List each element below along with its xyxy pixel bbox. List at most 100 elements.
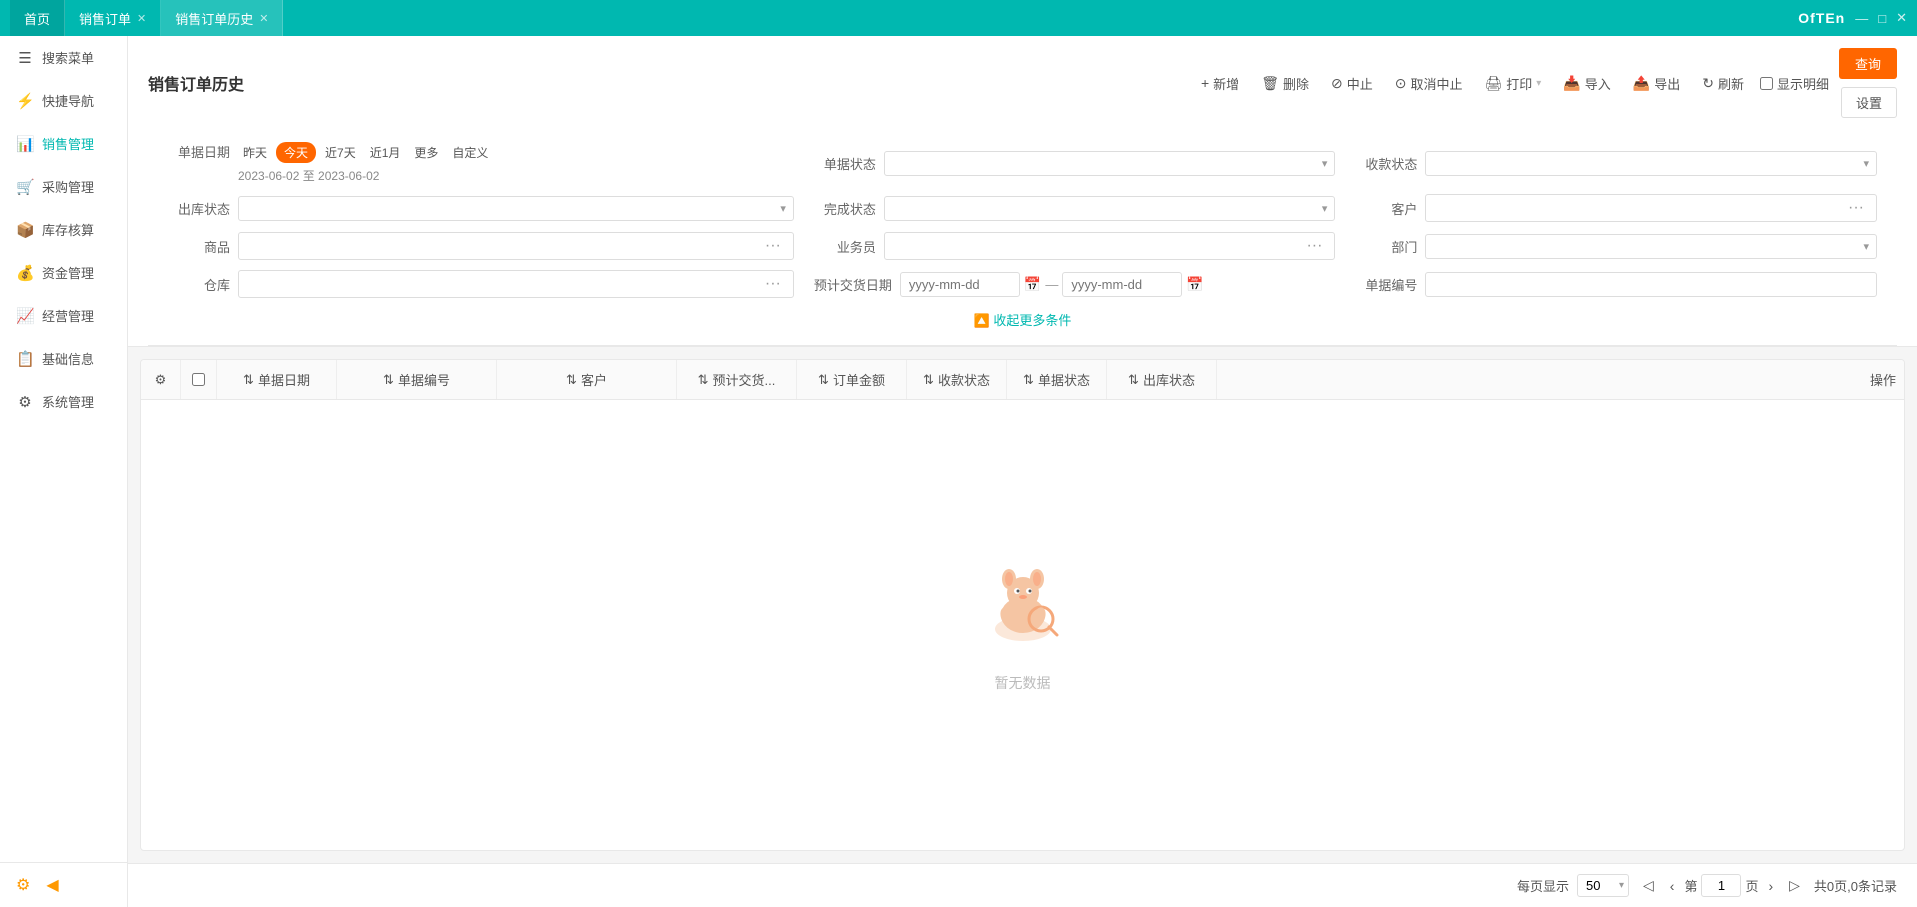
last-page-btn[interactable]: ▷ [1783,875,1806,896]
sidebar-item-sales-mgmt[interactable]: 📊 销售管理 [0,122,127,165]
toolbar: + 新增 🗑 删除 ⊘ 中止 ⊙ 取消中止 [1195,48,1897,118]
pagination: 每页显示 50 100 200 ◁ ‹ 第 页 › ▷ 共0页,0条记录 [128,863,1917,907]
out-status-label: 出库状态 [168,199,238,218]
sidebar-item-purchase-mgmt[interactable]: 🛒 采购管理 [0,165,127,208]
tab-sales-order-history[interactable]: 销售订单历史 ✕ [161,0,283,36]
delivery-date-label: 预计交货日期 [814,275,900,294]
next-page-btn[interactable]: › [1762,876,1779,896]
per-page-select[interactable]: 50 100 200 [1577,874,1629,897]
sales-order-tab-close[interactable]: ✕ [137,12,146,25]
total-records-text: 共0页,0条记录 [1814,876,1897,895]
doc-number-label: 单据编号 [1355,275,1425,294]
collapse-row[interactable]: 🔼 收起更多条件 [168,306,1877,333]
new-btn[interactable]: + 新增 [1195,70,1245,97]
empty-illustration [973,557,1073,657]
doc-number-input[interactable] [1425,272,1877,297]
out-status-select[interactable] [238,196,794,221]
tab-home[interactable]: 首页 [10,0,65,36]
delete-btn[interactable]: 🗑 删除 [1255,70,1315,97]
date-btn-today[interactable]: 今天 [276,142,316,163]
date-btn-7days[interactable]: 近7天 [320,142,361,163]
window-minimize-btn[interactable]: — [1855,11,1868,26]
print-btn[interactable]: 🖨 打印 ▾ [1478,70,1547,97]
sidebar-item-basic-info[interactable]: 📋 基础信息 [0,337,127,380]
sidebar-label-finance-mgmt: 资金管理 [42,263,94,282]
export-btn[interactable]: 📤 导出 [1627,70,1686,97]
th-doc-number[interactable]: ⇅ 单据编号 [337,360,497,399]
inventory-mgmt-icon: 📦 [16,221,34,239]
delivery-date-start-calendar-icon[interactable]: 📅 [1024,276,1041,293]
sidebar-item-search-menu[interactable]: ☰ 搜索菜单 [0,36,127,79]
th-payment-status[interactable]: ⇅ 收款状态 [907,360,1007,399]
filter-row-1: 单据日期 昨天 今天 近7天 近1月 更多 自定义 2023-06-02 至 2… [168,142,1877,184]
payment-status-label: 收款状态 [1355,154,1425,173]
warehouse-label: 仓库 [168,275,238,294]
query-button[interactable]: 查询 [1839,48,1897,79]
salesperson-ellipsis-btn[interactable]: ··· [1302,237,1326,255]
delete-icon: 🗑 [1261,75,1279,92]
tab-sales-order[interactable]: 销售订单 ✕ [65,0,161,36]
date-btn-custom[interactable]: 自定义 [447,142,493,163]
sort-icon-customer: ⇅ [566,372,577,388]
customer-ellipsis-btn[interactable]: ··· [1844,199,1868,217]
first-page-btn[interactable]: ◁ [1637,875,1660,896]
sidebar-item-system-mgmt[interactable]: ⚙ 系统管理 [0,380,127,423]
export-icon: 📤 [1633,75,1650,92]
page-number-input[interactable] [1701,874,1741,897]
import-btn[interactable]: 📥 导入 [1557,70,1616,97]
page-title: 销售订单历史 [148,71,244,95]
payment-status-select[interactable] [1425,151,1877,176]
th-customer[interactable]: ⇅ 客户 [497,360,677,399]
settings-button[interactable]: 设置 [1841,87,1897,118]
th-settings[interactable]: ⚙ [141,360,181,399]
stop-btn[interactable]: ⊘ 中止 [1325,70,1379,97]
sidebar-item-finance-mgmt[interactable]: 💰 资金管理 [0,251,127,294]
sort-icon-delivery-date: ⇅ [698,372,709,388]
th-stock-status[interactable]: ⇅ 出库状态 [1107,360,1217,399]
doc-status-select[interactable] [884,151,1336,176]
sort-icon-stock-status: ⇅ [1128,372,1139,388]
dept-select[interactable] [1425,234,1877,259]
new-icon: + [1201,75,1209,91]
cancel-stop-btn[interactable]: ⊙ 取消中止 [1389,70,1469,97]
window-maximize-btn[interactable]: □ [1878,11,1886,26]
per-page-wrapper: 50 100 200 [1577,874,1629,897]
warehouse-ellipsis-btn[interactable]: ··· [761,275,785,293]
sidebar-item-ops-mgmt[interactable]: 📈 经营管理 [0,294,127,337]
table-header: ⚙ ⇅ 单据日期 ⇅ 单据编号 ⇅ 客户 ⇅ [141,360,1904,400]
prev-page-btn[interactable]: ‹ [1664,876,1681,896]
th-customer-label: 客户 [581,370,607,389]
th-doc-date[interactable]: ⇅ 单据日期 [217,360,337,399]
show-col-checkbox[interactable] [1760,77,1773,90]
th-checkbox[interactable] [181,360,217,399]
th-order-amount-label: 订单金额 [833,370,885,389]
delivery-date-end-input[interactable] [1062,272,1182,297]
dept-label: 部门 [1355,237,1425,256]
delivery-date-end-calendar-icon[interactable]: 📅 [1186,276,1203,293]
date-btn-more[interactable]: 更多 [409,142,443,163]
brand-label: OfTEn [1798,10,1845,26]
th-delivery-date[interactable]: ⇅ 预计交货... [677,360,797,399]
date-btn-yesterday[interactable]: 昨天 [238,142,272,163]
th-doc-status[interactable]: ⇅ 单据状态 [1007,360,1107,399]
th-order-amount[interactable]: ⇅ 订单金额 [797,360,907,399]
sidebar-collapse-icon[interactable]: ◀ [46,875,58,895]
show-col-toggle[interactable]: 显示明细 [1760,74,1829,93]
product-ellipsis-btn[interactable]: ··· [761,237,785,255]
window-close-btn[interactable]: ✕ [1896,10,1907,26]
delivery-date-start-input[interactable] [900,272,1020,297]
page-header: 销售订单历史 + 新增 🗑 删除 ⊘ 中止 ⊙ [128,36,1917,347]
empty-state-svg [973,557,1073,657]
sales-order-history-tab-close[interactable]: ✕ [259,12,268,25]
sidebar-item-inventory-mgmt[interactable]: 📦 库存核算 [0,208,127,251]
complete-status-select[interactable] [884,196,1336,221]
date-option-group: 昨天 今天 近7天 近1月 更多 自定义 [238,142,794,163]
select-all-checkbox[interactable] [192,373,205,386]
doc-date-label: 单据日期 [168,142,238,161]
refresh-btn[interactable]: ↻ 刷新 [1696,70,1750,97]
date-btn-1month[interactable]: 近1月 [365,142,406,163]
sidebar-label-ops-mgmt: 经营管理 [42,306,94,325]
content-area: 销售订单历史 + 新增 🗑 删除 ⊘ 中止 ⊙ [128,36,1917,907]
sidebar-settings-icon[interactable]: ⚙ [16,875,30,895]
sidebar-item-quick-nav[interactable]: ⚡ 快捷导航 [0,79,127,122]
